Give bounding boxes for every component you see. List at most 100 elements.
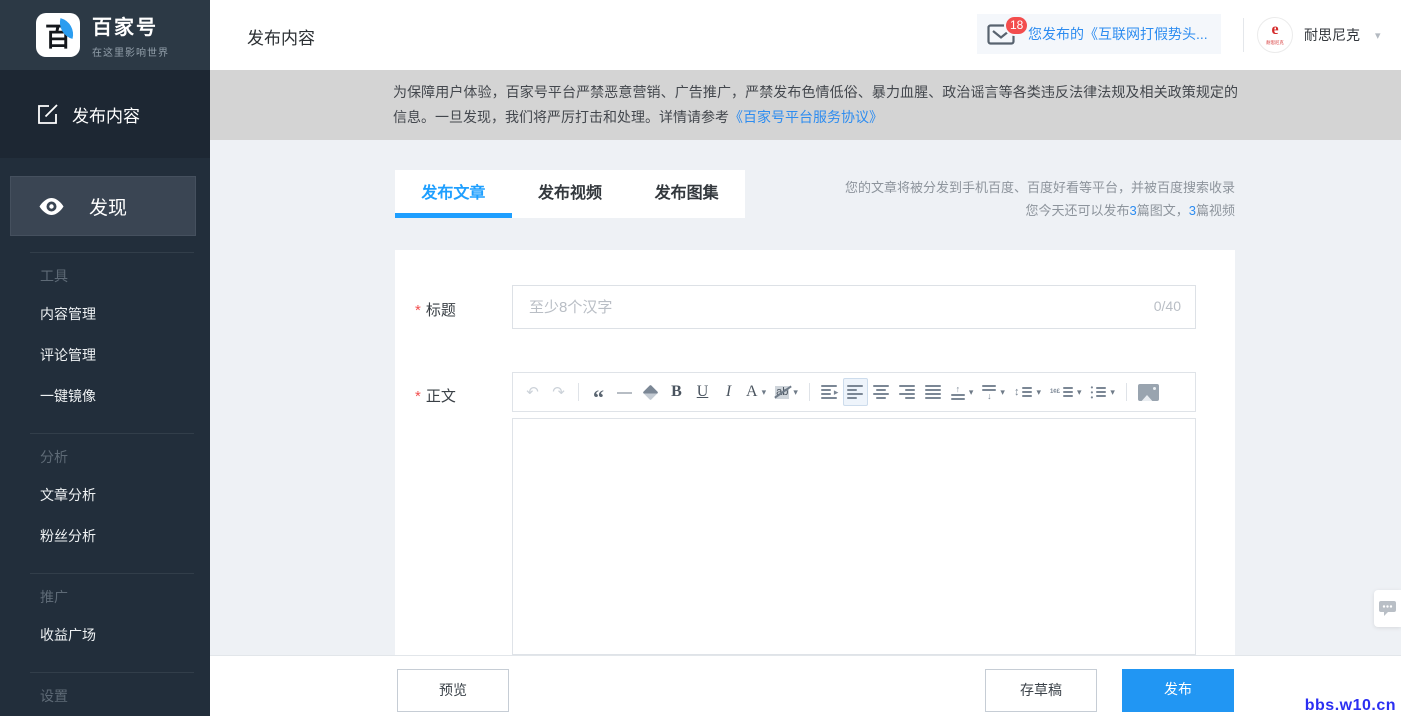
horizontal-rule-icon[interactable]: — bbox=[612, 378, 637, 406]
watermark: bbs.w10.cn bbox=[1304, 697, 1396, 714]
toolbar-divider bbox=[578, 383, 579, 401]
spacing-below-icon: ↓ bbox=[982, 384, 997, 400]
sidebar-item-content-management[interactable]: 内容管理 bbox=[0, 294, 210, 335]
chat-bubble-icon bbox=[1379, 600, 1396, 617]
editor-content-area[interactable] bbox=[512, 418, 1196, 655]
line-height-dropdown[interactable]: ↕ bbox=[1010, 378, 1045, 406]
sidebar-item-fans-analysis[interactable]: 粉丝分析 bbox=[0, 516, 210, 557]
brand-area[interactable]: 百 百家号 在这里影响世界 bbox=[0, 0, 210, 70]
font-color-dropdown[interactable]: A bbox=[742, 378, 770, 406]
feedback-widget[interactable] bbox=[1374, 590, 1401, 627]
user-name: 耐思尼克 bbox=[1304, 27, 1360, 43]
format-clear-icon[interactable] bbox=[638, 378, 663, 406]
quota-article-unit: 篇图文， bbox=[1136, 203, 1189, 218]
quota-video-unit: 篇视频 bbox=[1195, 203, 1235, 218]
avatar-logo-glyph: e bbox=[1271, 20, 1279, 38]
align-right-icon[interactable] bbox=[895, 378, 920, 406]
highlight-dropdown[interactable]: ab bbox=[771, 378, 802, 406]
sidebar-section-label-analysis: 分析 bbox=[40, 449, 68, 465]
toolbar-divider bbox=[1125, 383, 1127, 401]
blockquote-icon[interactable]: “ bbox=[586, 378, 611, 410]
title-label-text: 标题 bbox=[425, 302, 456, 319]
compose-icon bbox=[37, 103, 59, 125]
line-height-icon: ↕ bbox=[1014, 386, 1033, 398]
sidebar-item-one-click-mirror[interactable]: 一键镜像 bbox=[0, 376, 210, 417]
required-asterisk: * bbox=[415, 388, 421, 405]
tab-publish-article[interactable]: 发布文章 bbox=[395, 170, 512, 218]
save-draft-button[interactable]: 存草稿 bbox=[985, 669, 1097, 712]
insert-image-button[interactable] bbox=[1134, 378, 1163, 406]
publish-button[interactable]: 发布 bbox=[1122, 669, 1234, 712]
sidebar-item-label: 发现 bbox=[89, 197, 128, 219]
eraser-icon bbox=[642, 384, 659, 400]
chevron-down-icon[interactable]: ▾ bbox=[1375, 29, 1381, 42]
sidebar-item-discover[interactable]: 发现 bbox=[10, 176, 196, 236]
unordered-list-icon bbox=[1091, 385, 1107, 400]
policy-banner: 为保障用户体验，百家号平台严禁恶意营销、广告推广，严禁发布色情低俗、暴力血腥、政… bbox=[210, 70, 1401, 140]
tab-publish-video[interactable]: 发布视频 bbox=[512, 170, 629, 218]
baijiahao-logo-icon: 百 bbox=[36, 13, 80, 57]
sidebar-section-label-promotion: 推广 bbox=[40, 589, 68, 605]
header-divider bbox=[1243, 18, 1244, 52]
italic-icon[interactable]: I bbox=[716, 378, 741, 406]
tab-publish-gallery[interactable]: 发布图集 bbox=[628, 170, 745, 218]
editor-toolbar: ↶ ↷ “ — B U I A ab ↑ ↓ ↕ bbox=[512, 372, 1196, 412]
envelope-wrap: 18 bbox=[987, 14, 1030, 45]
sidebar-item-article-analysis[interactable]: 文章分析 bbox=[0, 475, 210, 516]
italic-glyph: I bbox=[725, 383, 732, 400]
sidebar-section-label-tools: 工具 bbox=[40, 268, 68, 284]
policy-text: 为保障用户体验，百家号平台严禁恶意营销、广告推广，严禁发布色情低俗、暴力血腥、政… bbox=[393, 80, 1238, 130]
notification-badge: 18 bbox=[1004, 14, 1030, 36]
distribution-line1: 您的文章将被分发到手机百度、百度好看等平台，并被百度搜索收录 bbox=[844, 180, 1235, 195]
toolbar-divider bbox=[808, 383, 810, 401]
underline-glyph: U bbox=[696, 383, 709, 400]
align-justify-bars-icon bbox=[925, 384, 942, 400]
align-center-icon[interactable] bbox=[869, 378, 894, 406]
sidebar-item-publish[interactable]: 发布内容 bbox=[0, 70, 210, 158]
publish-tabs: 发布文章 发布视频 发布图集 bbox=[395, 170, 745, 218]
body-field-label: * 正文 bbox=[415, 385, 456, 406]
align-justify-icon[interactable] bbox=[921, 378, 946, 406]
sidebar-section-label-settings: 设置 bbox=[40, 688, 68, 704]
avatar-caption: 耐思尼克 bbox=[1266, 39, 1284, 45]
notification-message[interactable]: 您发布的《互联网打假势头... bbox=[1028, 24, 1208, 44]
highlight-pen-icon: ab bbox=[775, 385, 790, 399]
spacing-below-dropdown[interactable]: ↓ bbox=[978, 378, 1009, 406]
quota-line2: 您今天还可以发布3篇图文，3篇视频 bbox=[775, 199, 1235, 222]
underline-icon[interactable]: U bbox=[690, 378, 715, 406]
spacing-above-icon: ↑ bbox=[950, 384, 965, 400]
indent-icon[interactable] bbox=[817, 378, 842, 406]
brand-name: 百家号 bbox=[92, 17, 158, 39]
article-form-card: *标题 0/40 *正文 ↶ ↷ “ — B U I A ab ↑ ↓ ↕ bbox=[395, 250, 1235, 656]
sidebar-item-revenue-plaza[interactable]: 收益广场 bbox=[0, 615, 210, 656]
undo-icon[interactable]: ↶ bbox=[520, 378, 545, 406]
bold-icon[interactable]: B bbox=[664, 378, 689, 406]
page-title: 发布内容 bbox=[247, 29, 315, 48]
quota-video-count: 3 bbox=[1188, 203, 1196, 218]
sidebar-item-label: 发布内容 bbox=[72, 106, 140, 126]
top-header: 发布内容 18 您发布的《互联网打假势头... e 耐思尼克 耐思尼克 ▾ bbox=[210, 0, 1401, 70]
service-agreement-link[interactable]: 《百家号平台服务协议》 bbox=[729, 109, 883, 125]
title-char-counter: 0/40 bbox=[1153, 298, 1181, 314]
unordered-list-dropdown[interactable] bbox=[1087, 378, 1119, 406]
spacing-above-dropdown[interactable]: ↑ bbox=[947, 378, 978, 406]
distribution-info: 您的文章将被分发到手机百度、百度好看等平台，并被百度搜索收录 您今天还可以发布3… bbox=[775, 176, 1235, 222]
font-color-glyph: A bbox=[746, 383, 758, 400]
required-asterisk: * bbox=[415, 302, 421, 319]
ordered-list-dropdown[interactable] bbox=[1046, 378, 1086, 406]
image-icon bbox=[1137, 383, 1159, 401]
title-field-label: * 标题 bbox=[415, 299, 456, 320]
sidebar: 百 百家号 在这里影响世界 发布内容 发现 工具 内容管理 评论管理 一键镜像 … bbox=[0, 0, 210, 716]
title-input[interactable] bbox=[513, 286, 1195, 328]
body-label-text: 正文 bbox=[425, 388, 456, 405]
preview-button[interactable]: 预览 bbox=[397, 669, 509, 712]
notification-banner[interactable]: 18 您发布的《互联网打假势头... bbox=[977, 14, 1221, 54]
avatar[interactable]: e 耐思尼克 bbox=[1257, 17, 1293, 53]
align-center-bars-icon bbox=[873, 384, 890, 400]
user-menu[interactable]: e 耐思尼克 耐思尼克 ▾ bbox=[1257, 17, 1381, 53]
redo-icon[interactable]: ↷ bbox=[546, 378, 571, 406]
align-right-bars-icon bbox=[899, 384, 916, 400]
quota-article-count: 3 bbox=[1129, 203, 1137, 218]
sidebar-item-comment-management[interactable]: 评论管理 bbox=[0, 335, 210, 376]
align-left-icon[interactable] bbox=[842, 378, 868, 406]
